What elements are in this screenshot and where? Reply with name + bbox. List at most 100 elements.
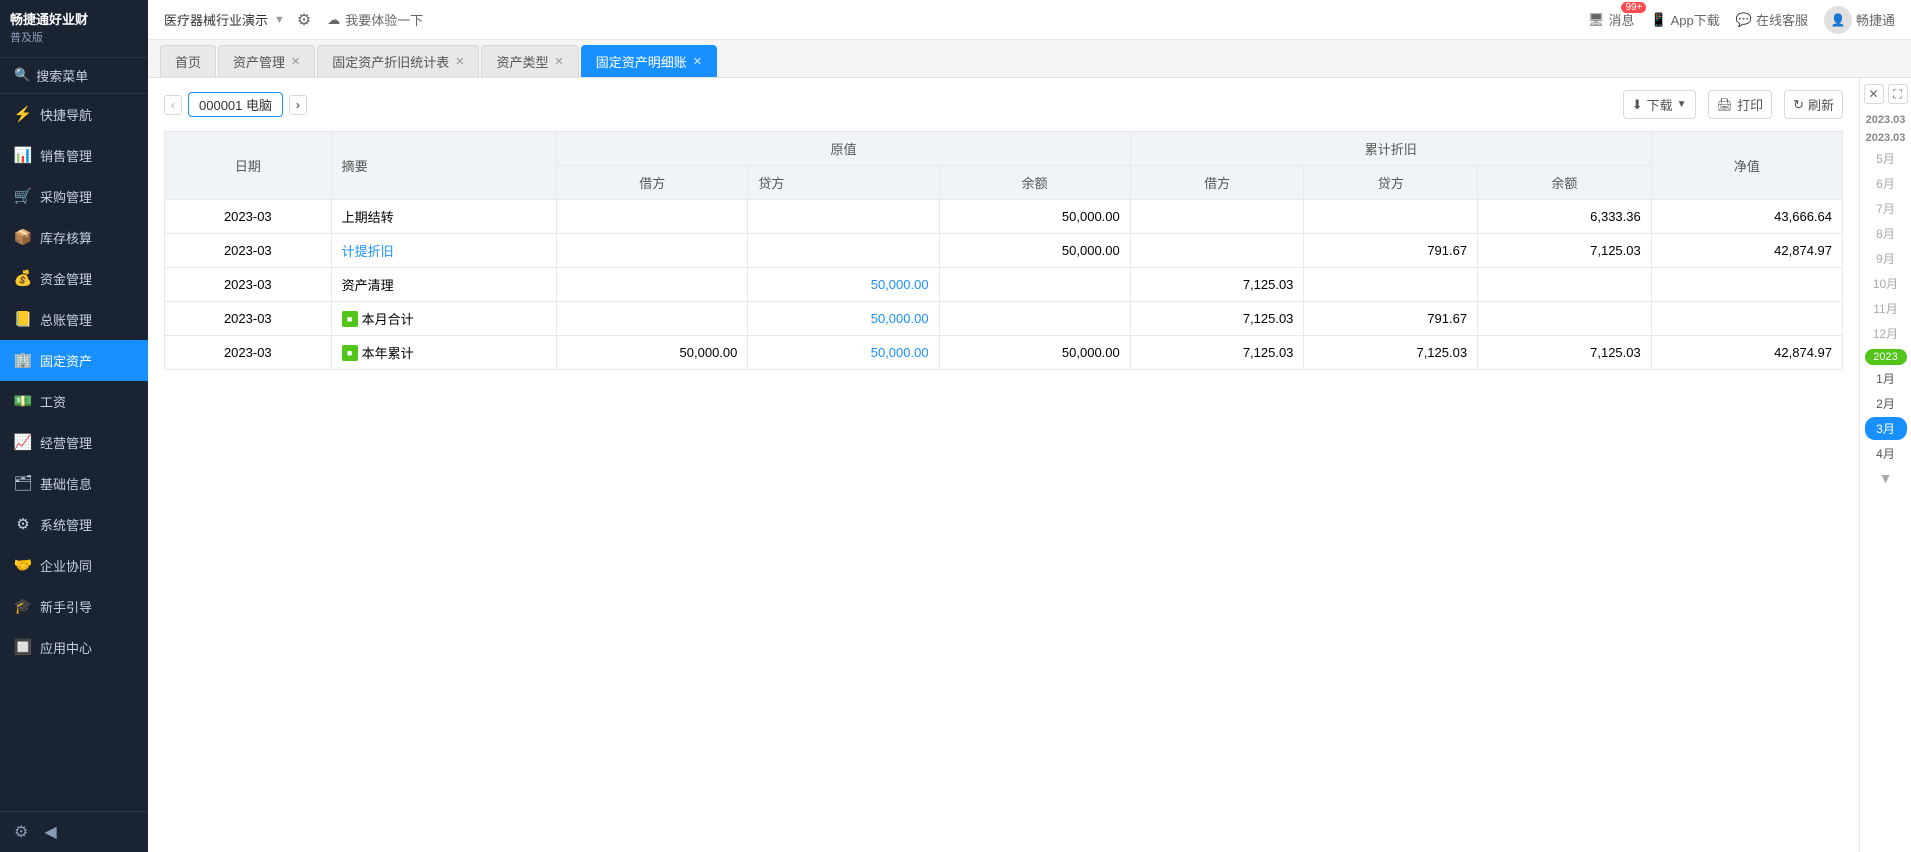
- sidebar-item-sales[interactable]: 📊 销售管理: [0, 135, 148, 176]
- timeline-month-4[interactable]: 4月: [1865, 442, 1907, 465]
- year-tag: ■ 本年累计: [342, 343, 414, 362]
- sidebar-item-guide[interactable]: 🎓 新手引导: [0, 586, 148, 627]
- sidebar-item-quick-nav[interactable]: ⚡ 快捷导航: [0, 94, 148, 135]
- sidebar-item-basics[interactable]: 🗂 基础信息: [0, 463, 148, 504]
- sidebar-item-label: 企业协同: [40, 556, 92, 575]
- timeline-expand-btn[interactable]: ⛶: [1888, 84, 1908, 104]
- th-orig-credit: 贷方: [748, 166, 939, 200]
- app-download-btn[interactable]: 📱 App下载: [1650, 10, 1719, 29]
- tab-asset-mgmt-close[interactable]: ✕: [291, 55, 300, 68]
- timeline-close-btn[interactable]: ✕: [1864, 84, 1884, 104]
- collapse-sidebar-icon[interactable]: ◀: [44, 822, 56, 842]
- sidebar-item-operations[interactable]: 📈 经营管理: [0, 422, 148, 463]
- row-accum-balance: [1478, 302, 1652, 336]
- row-date: 2023-03: [165, 234, 332, 268]
- sidebar-item-label: 应用中心: [40, 638, 92, 657]
- sidebar-item-purchase[interactable]: 🛒 采购管理: [0, 176, 148, 217]
- table-row: 2023-03 ■ 本年累计 50,000.00 50,000.00 50,00: [165, 336, 1843, 370]
- timeline-top-controls: ✕ ⛶: [1864, 84, 1908, 104]
- th-accum-credit: 贷方: [1304, 166, 1478, 200]
- row-summary: ■ 本年累计: [331, 336, 557, 370]
- timeline-spacer-10: 10月: [1873, 275, 1898, 292]
- row-net-value: 42,874.97: [1651, 336, 1842, 370]
- row-accum-debit: [1130, 200, 1304, 234]
- summary-link[interactable]: 计提折旧: [342, 244, 394, 259]
- row-orig-balance: [939, 268, 1130, 302]
- timeline-month-1[interactable]: 1月: [1865, 367, 1907, 390]
- experience-btn[interactable]: ☁ 我要体验一下: [327, 10, 423, 29]
- timeline-year-marker[interactable]: 2023: [1865, 349, 1907, 365]
- tab-depreciation-stat-close[interactable]: ✕: [455, 55, 464, 68]
- sidebar-item-system[interactable]: ⚙ 系统管理: [0, 504, 148, 545]
- ledger-icon: 📒: [14, 310, 32, 328]
- sidebar-item-ledger[interactable]: 📒 总账管理: [0, 299, 148, 340]
- username: 畅捷通: [1856, 10, 1895, 29]
- sidebar-item-label: 新手引导: [40, 597, 92, 616]
- tab-asset-detail-close[interactable]: ✕: [693, 55, 702, 68]
- row-orig-credit: [748, 200, 939, 234]
- row-accum-debit: 7,125.03: [1130, 268, 1304, 302]
- timeline-month-3[interactable]: 3月: [1865, 417, 1907, 440]
- row-accum-balance: 6,333.36: [1478, 200, 1652, 234]
- download-label: 下载: [1647, 95, 1673, 114]
- timeline-spacer-7: 7月: [1876, 200, 1895, 217]
- asset-prev-btn[interactable]: ‹: [164, 95, 182, 115]
- timeline-spacer-9: 9月: [1876, 250, 1895, 267]
- print-btn[interactable]: 🖨 打印: [1708, 90, 1773, 119]
- message-btn[interactable]: 🖥 消息 99+: [1588, 10, 1635, 29]
- tab-asset-mgmt-label: 资产管理: [233, 52, 285, 71]
- month-tag-icon: ■: [342, 311, 358, 327]
- sidebar-item-funds[interactable]: 💰 资金管理: [0, 258, 148, 299]
- sidebar-item-inventory[interactable]: 📦 库存核算: [0, 217, 148, 258]
- tab-home[interactable]: 首页: [160, 45, 216, 77]
- row-orig-credit: 50,000.00: [748, 302, 939, 336]
- tab-asset-type-close[interactable]: ✕: [555, 55, 564, 68]
- settings-bottom-icon[interactable]: ⚙: [14, 822, 28, 842]
- row-date: 2023-03: [165, 336, 332, 370]
- table-row: 2023-03 计提折旧 50,000.00 791.67 7,125.03 4…: [165, 234, 1843, 268]
- tab-asset-detail-label: 固定资产明细账: [596, 52, 687, 71]
- sidebar-item-label: 经营管理: [40, 433, 92, 452]
- row-orig-debit: [557, 302, 748, 336]
- row-summary: 上期结转: [331, 200, 557, 234]
- download-icon: ⬇: [1632, 97, 1643, 113]
- refresh-btn[interactable]: ↻ 刷新: [1784, 90, 1843, 119]
- tab-asset-type-label: 资产类型: [496, 52, 548, 71]
- topbar-settings-icon[interactable]: ⚙: [297, 10, 311, 30]
- th-net-value: 净值: [1651, 132, 1842, 200]
- th-accum-debit: 借方: [1130, 166, 1304, 200]
- sidebar: 畅捷通好业财 普及版 🔍 搜索菜单 ⚡ 快捷导航 📊 销售管理 🛒 采购管理 📦…: [0, 0, 148, 852]
- content-area: ‹ 000001 电脑 › ⬇ 下载 ▼ 🖨 打印 ↻: [148, 78, 1911, 852]
- dropdown-icon: ▼: [274, 14, 285, 26]
- sidebar-item-enterprise[interactable]: 🤝 企业协同: [0, 545, 148, 586]
- download-icon: 📱: [1650, 12, 1666, 28]
- tab-asset-type[interactable]: 资产类型 ✕: [481, 45, 578, 77]
- row-accum-credit: 7,125.03: [1304, 336, 1478, 370]
- asset-detail-table: 日期 摘要 原值 累计折旧 净值 借方 贷方 余额 借方 贷方 余额: [164, 131, 1843, 370]
- tab-asset-mgmt[interactable]: 资产管理 ✕: [218, 45, 315, 77]
- timeline-nav-down[interactable]: ▼: [1879, 470, 1893, 486]
- online-service-btn[interactable]: 💬 在线客服: [1736, 10, 1808, 29]
- asset-next-btn[interactable]: ›: [289, 95, 307, 115]
- download-btn[interactable]: ⬇ 下载 ▼: [1623, 90, 1696, 119]
- row-accum-balance: 7,125.03: [1478, 336, 1652, 370]
- row-orig-balance: 50,000.00: [939, 336, 1130, 370]
- download-arrow-icon: ▼: [1677, 99, 1687, 110]
- sidebar-search-btn[interactable]: 🔍 搜索菜单: [0, 58, 148, 94]
- timeline-spacer-12: 12月: [1873, 325, 1898, 342]
- search-icon: 🔍: [14, 67, 30, 83]
- company-selector[interactable]: 医疗器械行业演示 ▼: [164, 10, 285, 29]
- tab-asset-detail[interactable]: 固定资产明细账 ✕: [581, 45, 717, 77]
- user-area[interactable]: 👤 畅捷通: [1824, 6, 1895, 34]
- th-orig-debit: 借方: [557, 166, 748, 200]
- operations-icon: 📈: [14, 433, 32, 451]
- sidebar-item-salary[interactable]: 💵 工资: [0, 381, 148, 422]
- sidebar-item-fixed-assets[interactable]: 🏢 固定资产: [0, 340, 148, 381]
- row-orig-balance: 50,000.00: [939, 200, 1130, 234]
- table-row: 2023-03 ■ 本月合计 50,000.00 7: [165, 302, 1843, 336]
- timeline-month-2[interactable]: 2月: [1865, 392, 1907, 415]
- sidebar-item-apps[interactable]: 🔲 应用中心: [0, 627, 148, 668]
- tab-depreciation-stat[interactable]: 固定资产折旧统计表 ✕: [317, 45, 479, 77]
- row-accum-credit: [1304, 200, 1478, 234]
- sales-icon: 📊: [14, 146, 32, 164]
